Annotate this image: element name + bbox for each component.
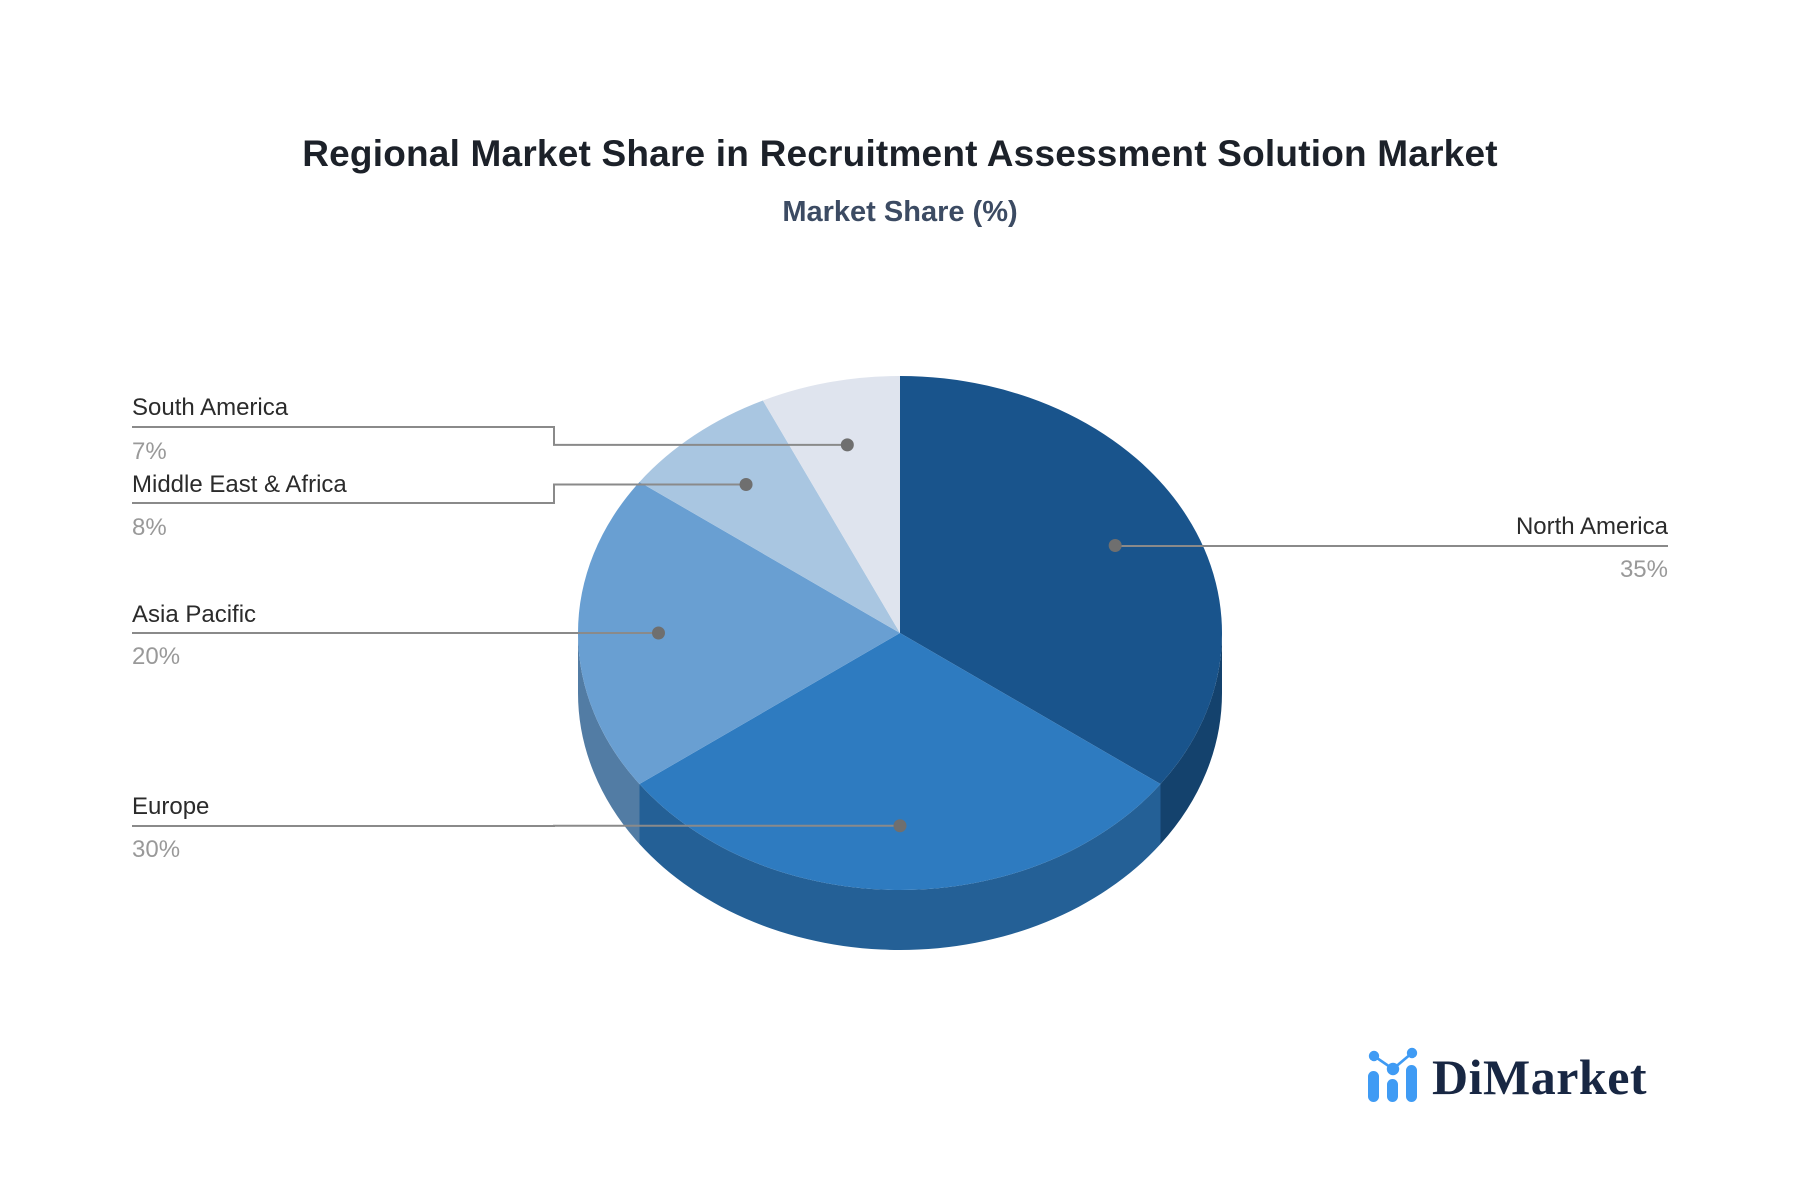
pie-chart-canvas: North America 35% Europe 30% Asia Pacific 20%…: [132, 376, 1669, 950]
leader-dot-asia-pacific: [652, 626, 665, 640]
bar-line-chart-icon: [1368, 1047, 1418, 1102]
slice-value-south-america: 7%: [132, 438, 167, 465]
brand-logo-text: DiMarket: [1432, 1049, 1648, 1105]
leader-line-north-america: [1114, 545, 1668, 547]
slice-label-europe: Europe: [132, 793, 209, 820]
slice-value-middle-east-africa: 8%: [132, 514, 167, 541]
leader-dot-north-america: [1108, 538, 1122, 552]
slice-label-asia-pacific: Asia Pacific: [132, 601, 256, 628]
brand-logo: DiMarket: [1368, 1044, 1647, 1102]
slice-value-asia-pacific: 20%: [132, 643, 180, 670]
slice-label-south-america: South America: [132, 394, 289, 421]
leader-dot-middle-east-africa: [739, 477, 753, 491]
pie-slices: [578, 376, 1222, 890]
chart-page: Regional Market Share in Recruitment Ass…: [0, 0, 1800, 1196]
slice-label-north-america: North America: [1516, 513, 1669, 540]
slice-value-north-america: 35%: [1620, 556, 1668, 583]
leader-dot-south-america: [840, 438, 854, 452]
slice-value-europe: 30%: [132, 836, 180, 863]
slice-label-middle-east-africa: Middle East & Africa: [132, 471, 347, 498]
leader-dot-europe: [893, 819, 907, 833]
